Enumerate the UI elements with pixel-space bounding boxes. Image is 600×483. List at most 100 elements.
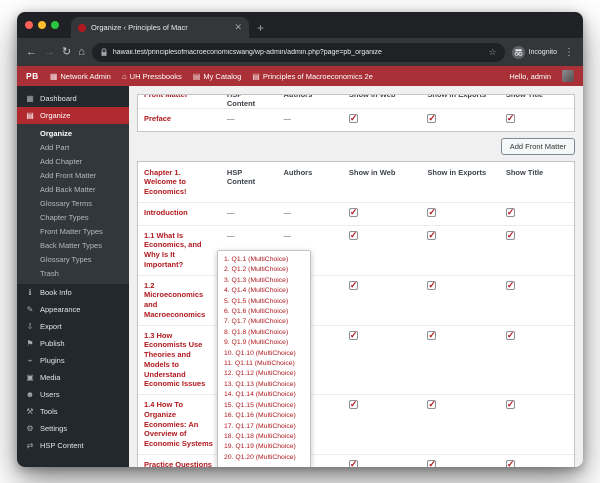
- submenu-item-back-matter-types[interactable]: Back Matter Types: [17, 238, 129, 252]
- question-list-item[interactable]: 20. Q1.20 (MultiChoice): [224, 453, 304, 463]
- question-list-item[interactable]: 15. Q1.15 (MultiChoice): [224, 401, 304, 411]
- column-header-show-title: Show Title: [500, 95, 574, 105]
- minimize-window-button[interactable]: [38, 21, 46, 29]
- back-icon[interactable]: ←: [26, 46, 37, 58]
- maximize-window-button[interactable]: [51, 21, 59, 29]
- forward-icon[interactable]: →: [44, 46, 55, 58]
- front-matter-link[interactable]: Preface: [144, 114, 171, 124]
- question-list-item[interactable]: 11. Q1.11 (MultiChoice): [224, 359, 304, 369]
- show-in-exports-checkbox[interactable]: [427, 399, 437, 411]
- browser-tab[interactable]: Organize ‹ Principles of Macr ✕: [71, 17, 249, 38]
- show-in-exports-checkbox[interactable]: [427, 330, 437, 341]
- admin-bar-network-admin[interactable]: ▦ Network Admin: [50, 72, 111, 81]
- show-title-checkbox[interactable]: [505, 113, 515, 125]
- avatar[interactable]: [562, 70, 574, 82]
- chapter-link[interactable]: 1.2 Microeconomics and Macroeconomics: [144, 281, 215, 320]
- new-tab-button[interactable]: +: [257, 21, 264, 35]
- submenu-item-chapter-types[interactable]: Chapter Types: [17, 210, 129, 224]
- submenu-item-organize[interactable]: Organize: [17, 126, 129, 140]
- admin-bar-catalog[interactable]: ▤ My Catalog: [193, 72, 242, 81]
- admin-bar-site[interactable]: ⌂ UH Pressbooks: [122, 72, 182, 81]
- question-list-item[interactable]: 13. Q1.13 (MultiChoice): [224, 380, 304, 390]
- address-bar[interactable]: hawaii.test/principlesofmacroeconomicswa…: [91, 42, 505, 62]
- submenu-item-front-matter-types[interactable]: Front Matter Types: [17, 224, 129, 238]
- hsp-question-list-popup: 1. Q1.1 (MultiChoice) 2. Q1.2 (MultiChoi…: [217, 250, 311, 467]
- question-list-item[interactable]: 8. Q1.8 (MultiChoice): [224, 328, 304, 338]
- sidebar-item-publish[interactable]: ⚑ Publish: [17, 335, 129, 352]
- sidebar-item-organize[interactable]: ▤ Organize: [17, 107, 129, 124]
- question-list-item[interactable]: 10. Q1.10 (MultiChoice): [224, 349, 304, 359]
- wp-sidebar: ▦ Dashboard ▤ Organize Organize Add Part…: [17, 86, 129, 467]
- admin-bar-account[interactable]: Hello, admin: [509, 72, 551, 81]
- submenu-item-add-front-matter[interactable]: Add Front Matter: [17, 168, 129, 182]
- show-title-checkbox[interactable]: [505, 207, 515, 219]
- chapter-link[interactable]: Introduction: [144, 208, 188, 218]
- submenu-item-add-chapter[interactable]: Add Chapter: [17, 154, 129, 168]
- submenu-item-add-part[interactable]: Add Part: [17, 140, 129, 154]
- url-text: hawaii.test/principlesofmacroeconomicswa…: [112, 48, 382, 56]
- submenu-item-glossary-terms[interactable]: Glossary Terms: [17, 196, 129, 210]
- question-list-item[interactable]: 12. Q1.12 (MultiChoice): [224, 369, 304, 379]
- question-list-item[interactable]: 3. Q1.3 (MultiChoice): [224, 276, 304, 286]
- question-list-item[interactable]: 9. Q1.9 (MultiChoice): [224, 338, 304, 348]
- question-list-item[interactable]: 7. Q1.7 (MultiChoice): [224, 317, 304, 327]
- show-in-exports-checkbox[interactable]: [427, 459, 437, 467]
- sidebar-item-settings[interactable]: ⚙ Settings: [17, 420, 129, 437]
- sidebar-item-export[interactable]: ⇩ Export: [17, 318, 129, 335]
- question-list-item[interactable]: 4. Q1.4 (MultiChoice): [224, 286, 304, 296]
- show-in-web-checkbox[interactable]: [348, 113, 358, 125]
- chapter-link[interactable]: Practice Questions: [144, 460, 212, 467]
- sidebar-item-media[interactable]: ▣ Media: [17, 369, 129, 386]
- question-list-item[interactable]: 14. Q1.14 (MultiChoice): [224, 390, 304, 400]
- reload-icon[interactable]: ↻: [62, 46, 71, 58]
- show-in-exports-checkbox[interactable]: [427, 113, 437, 125]
- tab-title: Organize ‹ Principles of Macr: [91, 23, 188, 32]
- question-list-item[interactable]: 1. Q1.1 (MultiChoice): [224, 255, 304, 265]
- show-in-exports-checkbox[interactable]: [427, 207, 437, 219]
- submenu-item-trash[interactable]: Trash: [17, 266, 129, 280]
- chapter-link[interactable]: 1.1 What Is Economics, and Why Is It Imp…: [144, 231, 215, 270]
- question-list-item[interactable]: 5. Q1.5 (MultiChoice): [224, 297, 304, 307]
- question-list-item[interactable]: 16. Q1.16 (MultiChoice): [224, 411, 304, 421]
- show-in-exports-checkbox[interactable]: [427, 280, 437, 291]
- show-title-checkbox[interactable]: [505, 399, 515, 411]
- add-front-matter-button[interactable]: Add Front Matter: [500, 137, 575, 155]
- submenu-item-glossary-types[interactable]: Glossary Types: [17, 252, 129, 266]
- submenu-item-add-back-matter[interactable]: Add Back Matter: [17, 182, 129, 196]
- sidebar-item-tools[interactable]: ⚒ Tools: [17, 403, 129, 420]
- question-list-item[interactable]: 6. Q1.6 (MultiChoice): [224, 307, 304, 317]
- chapter-link[interactable]: 1.4 How To Organize Economies: An Overvi…: [144, 400, 215, 449]
- show-in-web-checkbox[interactable]: [348, 230, 358, 241]
- sidebar-item-appearance[interactable]: ✎ Appearance: [17, 301, 129, 318]
- question-list-item[interactable]: 17. Q1.17 (MultiChoice): [224, 422, 304, 432]
- pressbooks-logo[interactable]: PB: [26, 71, 39, 81]
- show-title-checkbox[interactable]: [505, 459, 515, 467]
- sidebar-item-users[interactable]: ☻ Users: [17, 386, 129, 403]
- question-list-item[interactable]: 19. Q1.19 (MultiChoice): [224, 442, 304, 452]
- tab-close-icon[interactable]: ✕: [234, 22, 242, 33]
- bookmark-star-icon[interactable]: ☆: [489, 47, 497, 58]
- show-in-web-checkbox[interactable]: [348, 330, 358, 341]
- sidebar-item-book-info[interactable]: ℹ Book Info: [17, 284, 129, 301]
- browser-menu-icon[interactable]: ⋮: [564, 47, 574, 58]
- question-list-item[interactable]: 2. Q1.2 (MultiChoice): [224, 265, 304, 275]
- question-list-item[interactable]: 18. Q1.18 (MultiChoice): [224, 432, 304, 442]
- chapter-link[interactable]: 1.3 How Economists Use Theories and Mode…: [144, 331, 215, 390]
- column-header-front-matter: Front Matter: [138, 95, 221, 105]
- close-window-button[interactable]: [25, 21, 33, 29]
- sidebar-item-hsp-content[interactable]: ⇄ HSP Content: [17, 437, 129, 454]
- show-title-checkbox[interactable]: [505, 330, 515, 341]
- sidebar-item-plugins[interactable]: ⌁ Plugins: [17, 352, 129, 369]
- show-in-web-checkbox[interactable]: [348, 280, 358, 291]
- admin-bar-book[interactable]: ▤ Principles of Macroeconomics 2e: [252, 72, 373, 81]
- show-in-exports-checkbox[interactable]: [427, 230, 437, 241]
- collapse-menu-button[interactable]: ◀ Collapse menu: [17, 464, 129, 467]
- sidebar-item-dashboard[interactable]: ▦ Dashboard: [17, 90, 129, 107]
- show-in-web-checkbox[interactable]: [348, 459, 358, 467]
- show-title-checkbox[interactable]: [505, 230, 515, 241]
- home-icon[interactable]: ⌂: [78, 46, 85, 58]
- show-title-checkbox[interactable]: [505, 280, 515, 291]
- show-in-web-checkbox[interactable]: [348, 399, 358, 411]
- show-in-web-checkbox[interactable]: [348, 207, 358, 219]
- chapter-table-header: Chapter 1. Welcome to Economics! HSP Con…: [138, 162, 574, 202]
